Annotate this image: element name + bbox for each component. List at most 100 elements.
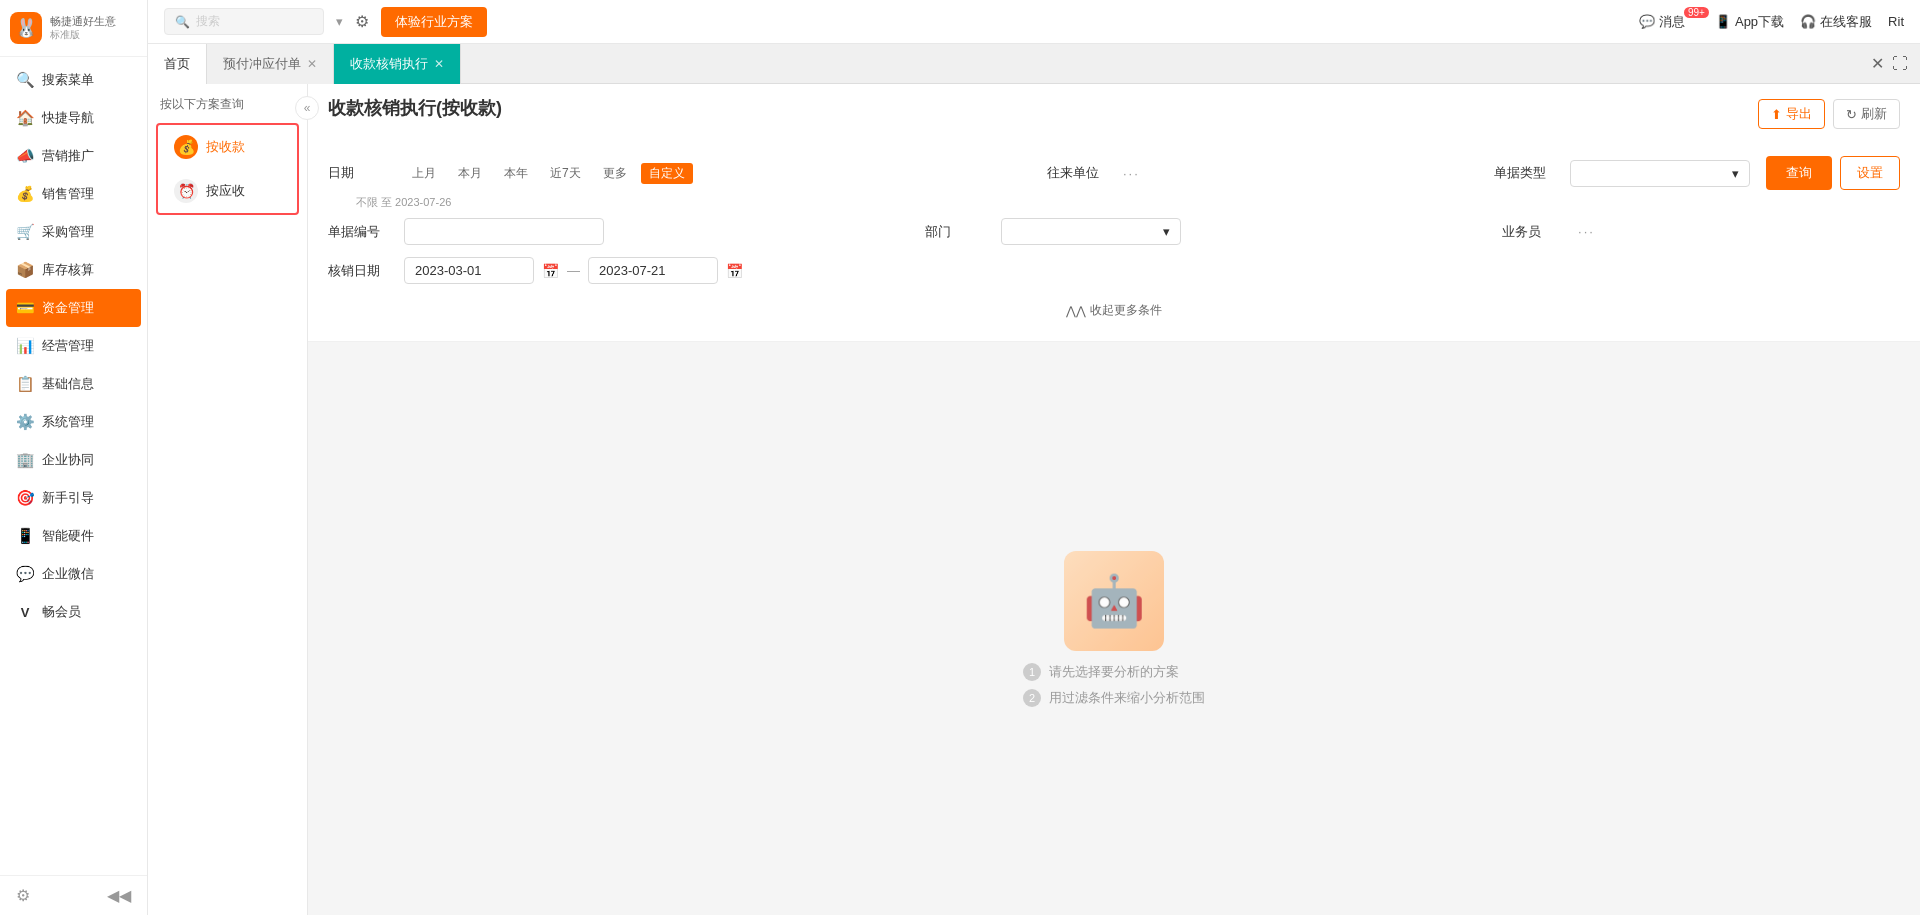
date-this-year[interactable]: 本年 (496, 163, 536, 184)
sidebar-item-sales[interactable]: 💰 销售管理 (0, 175, 147, 213)
date-unlimited-note: 不限 至 2023-07-26 (328, 194, 1900, 210)
sidebar-item-operation[interactable]: 📊 经营管理 (0, 327, 147, 365)
tabbar: 首页 预付冲应付单 ✕ 收款核销执行 ✕ ✕ ⛶ (148, 44, 1920, 84)
wechat-icon: 💬 (16, 565, 34, 583)
message-label: 消息 (1659, 13, 1685, 31)
app-edition: 标准版 (50, 28, 116, 42)
sidebar-item-marketing[interactable]: 📣 营销推广 (0, 137, 147, 175)
search-bar[interactable]: 🔍 搜索 (164, 8, 324, 35)
collapse-sidebar-icon[interactable]: ◀◀ (107, 886, 131, 905)
form-row-2: 单据编号 部门 ▾ 业务员 ··· (328, 218, 1900, 245)
tip1-text: 请先选择要分析的方案 (1049, 663, 1179, 681)
finance-icon: 💳 (16, 299, 34, 317)
page-main: 收款核销执行(按收款) ⬆ 导出 ↻ 刷新 (308, 84, 1920, 915)
sidebar-item-search[interactable]: 🔍 搜索菜单 (0, 61, 147, 99)
sidebar-item-wechat[interactable]: 💬 企业微信 (0, 555, 147, 593)
query-action-buttons: 查询 设置 (1766, 156, 1900, 190)
sidebar-item-quicknav[interactable]: 🏠 快捷导航 (0, 99, 147, 137)
chevron-down-icon: ▾ (1732, 166, 1739, 181)
sidebar-item-guide[interactable]: 🎯 新手引导 (0, 479, 147, 517)
refresh-btn[interactable]: ↻ 刷新 (1833, 99, 1900, 129)
filter-title: 按以下方案查询 (148, 96, 307, 123)
dept-select[interactable]: ▾ (1001, 218, 1181, 245)
calendar-start-icon[interactable]: 📅 (542, 263, 559, 279)
close-window-icon[interactable]: ✕ (1871, 54, 1884, 73)
sidebar-label-finance: 资金管理 (42, 299, 94, 317)
date-last-month[interactable]: 上月 (404, 163, 444, 184)
export-icon: ⬆ (1771, 107, 1782, 122)
filter-receipt-label: 按收款 (206, 138, 245, 156)
topbar: 🔍 搜索 ▾ ⚙ 体验行业方案 💬 消息 99+ 📱 App下载 🎧 在线客服 … (148, 0, 1920, 44)
inventory-icon: 📦 (16, 261, 34, 279)
dept-label: 部门 (925, 223, 985, 241)
robot-icon: 🤖 (1064, 551, 1164, 651)
topbar-right: 💬 消息 99+ 📱 App下载 🎧 在线客服 Rit (1639, 13, 1904, 31)
query-btn[interactable]: 查询 (1766, 156, 1832, 190)
filter-receivable-label: 按应收 (206, 182, 245, 200)
sidebar-label-hardware: 智能硬件 (42, 527, 94, 545)
sidebar-label-guide: 新手引导 (42, 489, 94, 507)
filter-by-receivable[interactable]: ⏰ 按应收 (158, 169, 297, 213)
industry-btn[interactable]: 体验行业方案 (381, 7, 487, 37)
enterprise-icon: 🏢 (16, 451, 34, 469)
service-btn[interactable]: 🎧 在线客服 (1800, 13, 1872, 31)
tab-prepay[interactable]: 预付冲应付单 ✕ (207, 44, 334, 84)
date-shortcuts: 上月 本月 本年 近7天 更多 自定义 (404, 163, 693, 184)
voucher-type-select[interactable]: ▾ (1570, 160, 1750, 187)
settings-btn[interactable]: 设置 (1840, 156, 1900, 190)
message-btn[interactable]: 💬 消息 99+ (1639, 13, 1699, 31)
sidebar-item-system[interactable]: ⚙️ 系统管理 (0, 403, 147, 441)
writeoff-date-start[interactable] (404, 257, 534, 284)
message-icon: 💬 (1639, 14, 1655, 29)
calendar-end-icon[interactable]: 📅 (726, 263, 743, 279)
writeoff-date-end[interactable] (588, 257, 718, 284)
collapse-conditions-btn[interactable]: ⋀⋀ 收起更多条件 (328, 296, 1900, 325)
operation-icon: 📊 (16, 337, 34, 355)
sidebar-item-purchase[interactable]: 🛒 采购管理 (0, 213, 147, 251)
filter-by-receipt[interactable]: 💰 按收款 (158, 125, 297, 169)
sidebar-item-enterprise[interactable]: 🏢 企业协同 (0, 441, 147, 479)
sidebar-item-member[interactable]: V 畅会员 (0, 593, 147, 631)
app-download-btn[interactable]: 📱 App下载 (1715, 13, 1784, 31)
tab-receipts[interactable]: 收款核销执行 ✕ (334, 44, 461, 84)
export-btn[interactable]: ⬆ 导出 (1758, 99, 1825, 129)
sidebar-label-operation: 经营管理 (42, 337, 94, 355)
sidebar: 🐰 畅捷通好生意 标准版 🔍 搜索菜单 🏠 快捷导航 📣 营销推广 💰 销售管理… (0, 0, 148, 915)
topbar-gear-icon[interactable]: ⚙ (355, 12, 369, 31)
settings-icon[interactable]: ⚙ (16, 886, 30, 905)
user-info[interactable]: Rit (1888, 14, 1904, 29)
staff-more[interactable]: ··· (1578, 224, 1595, 239)
sidebar-label-inventory: 库存核算 (42, 261, 94, 279)
member-icon: V (16, 605, 34, 620)
voucher-no-input[interactable] (404, 218, 604, 245)
sidebar-item-finance[interactable]: 💳 资金管理 (6, 289, 141, 327)
form-row-1: 日期 上月 本月 本年 近7天 更多 自定义 往来单位 ··· (328, 156, 1900, 190)
tab-receipts-label: 收款核销执行 (350, 55, 428, 73)
sidebar-item-inventory[interactable]: 📦 库存核算 (0, 251, 147, 289)
empty-tip-1: 1 请先选择要分析的方案 (1023, 663, 1205, 681)
tab-receipts-close[interactable]: ✕ (434, 57, 444, 71)
writeoff-date-range: 📅 — 📅 (404, 257, 743, 284)
sidebar-label-purchase: 采购管理 (42, 223, 94, 241)
form-row-3: 核销日期 📅 — 📅 (328, 257, 1900, 284)
sidebar-item-hardware[interactable]: 📱 智能硬件 (0, 517, 147, 555)
filter-collapse-btn[interactable]: « (295, 96, 319, 120)
partner-more[interactable]: ··· (1123, 166, 1140, 181)
tab-prepay-close[interactable]: ✕ (307, 57, 317, 71)
date-this-month[interactable]: 本月 (450, 163, 490, 184)
sidebar-label-marketing: 营销推广 (42, 147, 94, 165)
date-7days[interactable]: 近7天 (542, 163, 589, 184)
date-more[interactable]: 更多 (595, 163, 635, 184)
tab-home[interactable]: 首页 (148, 44, 207, 84)
logo-icon: 🐰 (10, 12, 42, 44)
expand-icon[interactable]: ⛶ (1892, 55, 1908, 73)
home-icon: 🏠 (16, 109, 34, 127)
staff-label: 业务员 (1502, 223, 1562, 241)
sidebar-item-basic[interactable]: 📋 基础信息 (0, 365, 147, 403)
guide-icon: 🎯 (16, 489, 34, 507)
date-label: 日期 (328, 164, 388, 182)
partner-label: 往来单位 (1047, 164, 1107, 182)
dropdown-arrow-icon[interactable]: ▾ (336, 14, 343, 29)
date-custom-badge[interactable]: 自定义 (641, 163, 693, 184)
chevron-up-icon: ⋀⋀ (1066, 304, 1086, 318)
